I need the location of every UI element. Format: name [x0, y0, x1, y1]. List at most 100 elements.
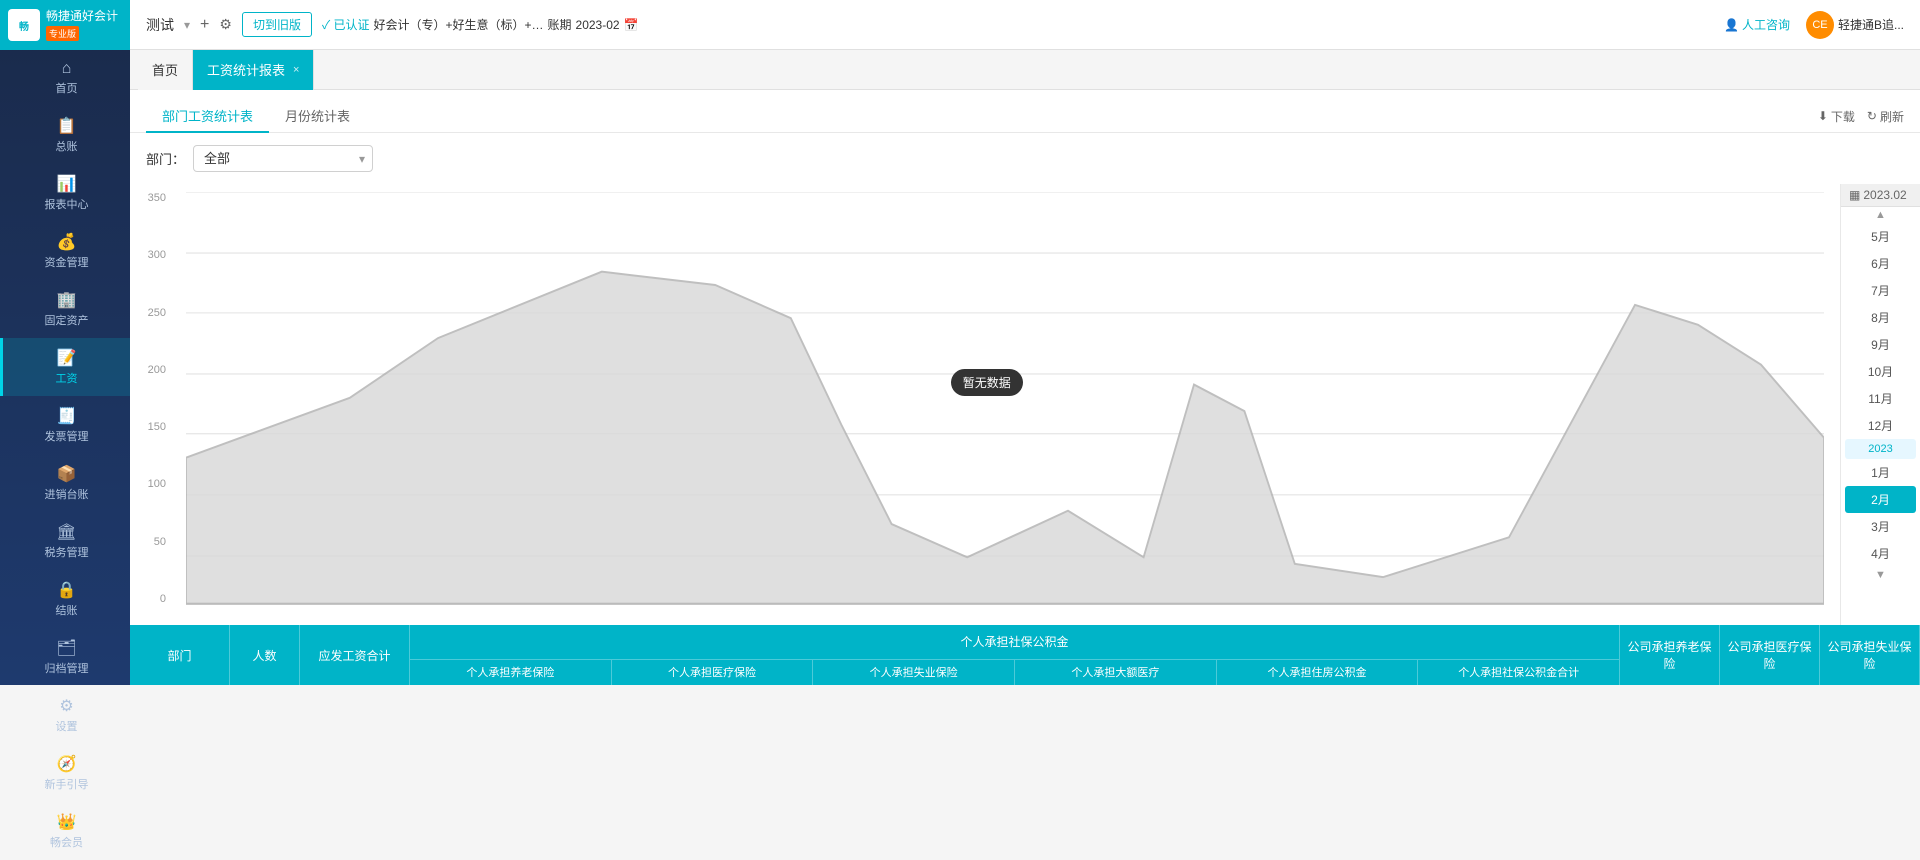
status-area: ✓ 已认证 好会计（专）+好生意（标）+… 账期 2023-02 📅 — [322, 16, 639, 33]
subtab-dept[interactable]: 部门工资统计表 — [146, 100, 269, 133]
y-axis-labels: 350 300 250 200 150 100 50 0 — [130, 184, 170, 625]
date-item-7[interactable]: 7月 — [1841, 277, 1920, 304]
sidebar-item-guide[interactable]: 🧭 新手引导 — [0, 744, 130, 802]
period-value: 2023-02 — [576, 18, 620, 32]
dept-filter-label: 部门： — [146, 149, 185, 168]
guide-icon: 🧭 — [57, 754, 77, 774]
date-item-4[interactable]: 4月 — [1841, 540, 1920, 567]
date-nav-up[interactable]: ▲ — [1841, 207, 1920, 223]
member-icon: 👑 — [57, 812, 77, 832]
logo-text-block: 畅捷通好会计 专业版 — [46, 9, 118, 42]
funds-icon: 💰 — [57, 232, 77, 252]
chart-area: 350 300 250 200 150 100 50 0 — [130, 184, 1840, 625]
payroll-icon: 📝 — [57, 348, 77, 368]
th-unemployment: 个人承担失业保险 — [813, 660, 1015, 686]
y-label-0: 0 — [130, 593, 170, 605]
date-panel-header: ▦ 2023.02 — [1841, 184, 1920, 207]
subtab-monthly[interactable]: 月份统计表 — [269, 100, 366, 133]
download-icon: ⬇ — [1818, 109, 1828, 123]
sidebar-label-guide: 新手引导 — [45, 776, 89, 792]
logo-name: 畅捷通好会计 — [46, 9, 118, 25]
sidebar-label-sales: 进销台账 — [45, 486, 89, 502]
date-item-2[interactable]: 2月 — [1845, 486, 1916, 513]
content-area: 部门工资统计表 月份统计表 ⬇ 下载 ↻ 刷新 部门： 全部 财务部 销 — [130, 90, 1920, 685]
date-item-12[interactable]: 12月 — [1841, 412, 1920, 439]
sidebar-item-sales[interactable]: 📦 进销台账 — [0, 454, 130, 512]
assets-icon: 🏢 — [57, 290, 77, 310]
sidebar-label-payroll: 工资 — [56, 370, 78, 386]
sidebar: 畅 畅捷通好会计 专业版 ⌂ 首页 📋 总账 📊 报表中心 💰 资金管理 🏢 固… — [0, 0, 130, 685]
th-company-medical: 公司承担医疗保险 — [1720, 625, 1820, 685]
date-item-1[interactable]: 1月 — [1841, 459, 1920, 486]
th-housing-fund: 个人承担住房公积金 — [1217, 660, 1419, 686]
sidebar-item-assets[interactable]: 🏢 固定资产 — [0, 280, 130, 338]
sidebar-nav: ⌂ 首页 📋 总账 📊 报表中心 💰 资金管理 🏢 固定资产 📝 工资 🧾 发票… — [0, 50, 130, 860]
date-item-5[interactable]: 5月 — [1841, 223, 1920, 250]
logo-icon: 畅 — [8, 9, 40, 41]
refresh-button[interactable]: ↻ 刷新 — [1867, 108, 1904, 125]
help-icon: 👤 — [1724, 18, 1739, 32]
date-panel: ▦ 2023.02 ▲ 5月 6月 7月 8月 9月 10月 11月 12月 2… — [1840, 184, 1920, 625]
avatar: CE — [1806, 11, 1834, 39]
th-social-total: 个人承担社保公积金合计 — [1418, 660, 1619, 686]
sidebar-item-reports[interactable]: 📊 报表中心 — [0, 164, 130, 222]
dept-select-wrapper: 全部 财务部 销售部 技术部 人事部 — [193, 145, 373, 172]
refresh-icon: ↻ — [1867, 109, 1877, 123]
sidebar-label-invoices: 发票管理 — [45, 428, 89, 444]
sidebar-label-funds: 资金管理 — [45, 254, 89, 270]
date-item-10[interactable]: 10月 — [1841, 358, 1920, 385]
date-item-6[interactable]: 6月 — [1841, 250, 1920, 277]
date-nav-down[interactable]: ▼ — [1841, 567, 1920, 583]
sidebar-item-ledger[interactable]: 📋 总账 — [0, 106, 130, 164]
y-label-250: 250 — [130, 307, 170, 319]
date-item-11[interactable]: 11月 — [1841, 385, 1920, 412]
switch-old-button[interactable]: 切到旧版 — [242, 12, 312, 37]
ledger-icon: 📋 — [57, 116, 77, 136]
sidebar-item-member[interactable]: 👑 畅会员 — [0, 802, 130, 860]
sidebar-item-close[interactable]: 🔒 结账 — [0, 570, 130, 628]
tab-close-icon[interactable]: × — [293, 64, 299, 76]
th-major-medical: 个人承担大额医疗 — [1015, 660, 1217, 686]
tab-payroll-label: 工资统计报表 — [207, 60, 285, 79]
subtab-bar: 部门工资统计表 月份统计表 ⬇ 下载 ↻ 刷新 — [130, 90, 1920, 133]
sidebar-item-funds[interactable]: 💰 资金管理 — [0, 222, 130, 280]
sidebar-label-close: 结账 — [56, 602, 78, 618]
date-item-9[interactable]: 9月 — [1841, 331, 1920, 358]
sidebar-item-archive[interactable]: 🗂 归档管理 — [0, 628, 130, 686]
tab-home[interactable]: 首页 — [138, 50, 193, 90]
date-current: 2023.02 — [1863, 188, 1906, 202]
download-button[interactable]: ⬇ 下载 — [1818, 108, 1855, 125]
help-button[interactable]: 👤 人工咨询 — [1724, 16, 1790, 33]
sidebar-label-member: 畅会员 — [50, 834, 83, 850]
sidebar-item-home[interactable]: ⌂ 首页 — [0, 50, 130, 106]
sidebar-item-payroll[interactable]: 📝 工资 — [0, 338, 130, 396]
tab-bar: 首页 工资统计报表 × — [130, 50, 1920, 90]
sidebar-item-invoices[interactable]: 🧾 发票管理 — [0, 396, 130, 454]
tab-payroll-report[interactable]: 工资统计报表 × — [193, 50, 314, 90]
y-label-50: 50 — [130, 536, 170, 548]
gear-icon[interactable]: ⚙ — [219, 16, 232, 33]
reports-icon: 📊 — [57, 174, 77, 194]
date-item-8[interactable]: 8月 — [1841, 304, 1920, 331]
user-area[interactable]: CE 轻捷通B追... — [1806, 11, 1904, 39]
th-company-pension: 公司承担养老保险 — [1620, 625, 1720, 685]
date-item-3[interactable]: 3月 — [1841, 513, 1920, 540]
refresh-label: 刷新 — [1880, 108, 1904, 125]
invoices-icon: 🧾 — [57, 406, 77, 426]
sidebar-item-settings[interactable]: ⚙ 设置 — [0, 686, 130, 744]
date-year-2023: 2023 — [1845, 439, 1916, 459]
download-label: 下载 — [1831, 108, 1855, 125]
sidebar-label-assets: 固定资产 — [45, 312, 89, 328]
logo-badge: 专业版 — [46, 26, 79, 41]
dept-select[interactable]: 全部 财务部 销售部 技术部 人事部 — [193, 145, 373, 172]
sidebar-item-tax[interactable]: 🏛 税务管理 — [0, 512, 130, 570]
th-company-unemployment: 公司承担失业保险 — [1820, 625, 1920, 685]
home-icon: ⌂ — [62, 60, 72, 78]
calendar-icon[interactable]: 📅 — [624, 18, 639, 32]
sidebar-label-ledger: 总账 — [56, 138, 78, 154]
add-icon[interactable]: + — [200, 16, 209, 34]
th-dept: 部门 — [130, 625, 230, 685]
table-header: 部门 人数 应发工资合计 个人承担社保公积金 个人承担养老保险 个人承担医疗保险… — [130, 625, 1920, 685]
archive-icon: 🗂 — [56, 638, 76, 658]
chevron-down-icon[interactable]: ▾ — [184, 18, 190, 32]
